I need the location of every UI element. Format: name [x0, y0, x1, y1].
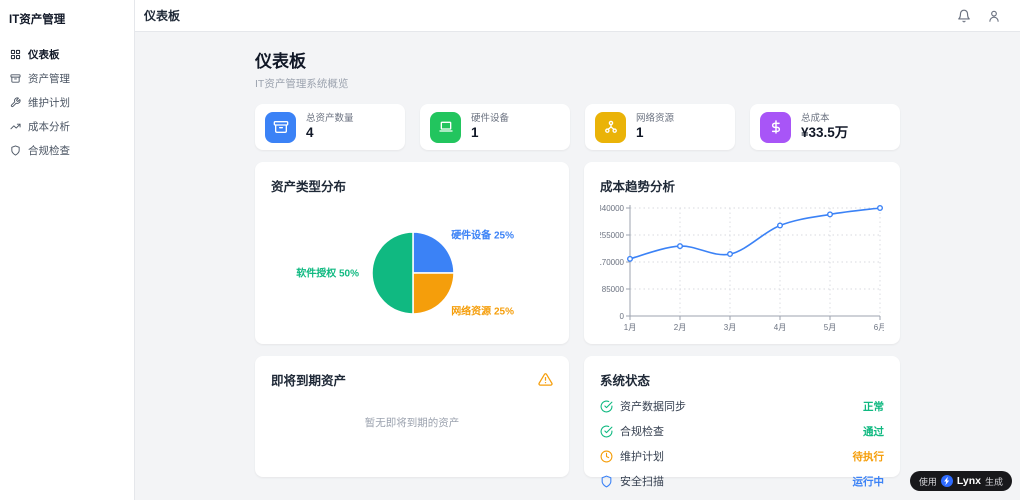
bottom-row: 即将到期资产 暂无即将到期的资产 系统状态 资产数据同步 正常 合规检查 通过 … [255, 356, 900, 488]
stat-card-total-cost: 总成本 ¥33.5万 [750, 104, 900, 150]
line-chart-card: 成本趋势分析 0 85000 170000 255000 340000 1月 2月 3月 4月 5… [584, 162, 900, 344]
shield-icon [10, 144, 21, 156]
svg-text:1月: 1月 [624, 323, 636, 332]
archive-icon [265, 111, 296, 143]
svg-text:5月: 5月 [824, 323, 836, 332]
lynx-logo-icon [940, 475, 953, 487]
check-circle-icon [600, 400, 613, 413]
bell-icon[interactable] [957, 9, 971, 23]
expiring-assets-card: 即将到期资产 暂无即将到期的资产 [255, 356, 569, 477]
page-title: 仪表板 [255, 52, 306, 71]
status-row-security-scan: 安全扫描 运行中 [600, 473, 884, 489]
sidebar-item-label: 仪表板 [28, 48, 60, 61]
svg-text:4月: 4月 [774, 323, 786, 332]
sidebar-item-label: 成本分析 [28, 120, 70, 133]
main-area: 仪表板 仪表板 IT资产管理系统概览 总资产数量 4 硬件设备 1 网络资源 1… [135, 0, 1020, 500]
sidebar-item-maintenance[interactable]: 维护计划 [0, 90, 134, 114]
status-badge: 运行中 [852, 475, 885, 488]
status-label: 安全扫描 [620, 476, 664, 488]
status-badge: 通过 [863, 425, 884, 438]
status-label: 维护计划 [620, 451, 664, 463]
stat-card-total-assets: 总资产数量 4 [255, 104, 405, 150]
sidebar: IT资产管理 仪表板 资产管理 维护计划 成本分析 合规检查 [0, 0, 135, 500]
clock-icon [600, 450, 613, 463]
user-icon[interactable] [987, 9, 1001, 23]
status-row-maintenance: 维护计划 待执行 [600, 448, 884, 464]
svg-text:软件授权 50%: 软件授权 50% [296, 267, 359, 280]
sidebar-item-label: 资产管理 [28, 72, 70, 85]
trending-up-icon [10, 121, 21, 132]
content-area: 仪表板 IT资产管理系统概览 总资产数量 4 硬件设备 1 网络资源 1 总成本… [135, 32, 1020, 500]
shield-icon [600, 475, 613, 488]
svg-text:6月: 6月 [874, 323, 884, 332]
system-status-card: 系统状态 资产数据同步 正常 合规检查 通过 维护计划 待执行 安全扫描 运行中 [584, 356, 900, 488]
sidebar-item-compliance[interactable]: 合规检查 [0, 138, 134, 162]
pie-chart-title: 资产类型分布 [271, 180, 347, 194]
svg-text:2月: 2月 [674, 323, 686, 332]
svg-text:硬件设备 25%: 硬件设备 25% [451, 228, 514, 241]
stat-value: 1 [471, 125, 479, 141]
sidebar-item-dashboard[interactable]: 仪表板 [0, 42, 134, 66]
status-badge: 正常 [863, 400, 884, 413]
sidebar-item-label: 合规检查 [28, 144, 70, 157]
status-label: 资产数据同步 [620, 401, 686, 413]
archive-icon [10, 73, 21, 84]
line-chart-title: 成本趋势分析 [600, 180, 676, 194]
sidebar-item-assets[interactable]: 资产管理 [0, 66, 134, 90]
badge-prefix: 使用 [918, 476, 937, 487]
svg-text:3月: 3月 [724, 323, 736, 332]
stat-label: 总资产数量 [306, 112, 354, 124]
svg-text:85000: 85000 [602, 285, 625, 294]
svg-text:255000: 255000 [600, 231, 625, 240]
check-circle-icon [600, 425, 613, 438]
stat-card-hardware: 硬件设备 1 [420, 104, 570, 150]
app-window: IT资产管理 仪表板 资产管理 维护计划 成本分析 合规检查 仪表板 仪表板 I… [0, 0, 1020, 500]
network-icon [595, 111, 626, 143]
pie-chart-card: 资产类型分布 硬件设备 25% 网络资源 25% 软件授权 50% [255, 162, 569, 344]
stat-value: 4 [306, 125, 314, 141]
lynx-generated-badge[interactable]: 使用 Lynx 生成 [909, 471, 1012, 491]
page-subtitle: IT资产管理系统概览 [255, 78, 349, 90]
topbar: 仪表板 [135, 0, 1020, 32]
dollar-icon [760, 111, 791, 143]
stat-label: 网络资源 [636, 112, 675, 124]
topbar-actions [957, 9, 1001, 23]
stat-label: 硬件设备 [471, 112, 510, 124]
empty-state-text: 暂无即将到期的资产 [364, 417, 460, 429]
charts-row: 资产类型分布 硬件设备 25% 网络资源 25% 软件授权 50% 成本趋势分析 0… [255, 162, 900, 344]
svg-text:340000: 340000 [600, 204, 625, 213]
badge-brand: Lynx [956, 475, 981, 487]
topbar-title: 仪表板 [144, 9, 181, 23]
stat-value: ¥33.5万 [801, 125, 849, 141]
app-title: IT资产管理 [9, 14, 66, 26]
svg-text:0: 0 [620, 312, 625, 321]
stat-cards-row: 总资产数量 4 硬件设备 1 网络资源 1 总成本 ¥33.5万 [255, 104, 900, 150]
pie-chart: 硬件设备 25% 网络资源 25% 软件授权 50% [271, 198, 553, 335]
dashboard-icon [10, 49, 21, 60]
sidebar-item-cost-analysis[interactable]: 成本分析 [0, 114, 134, 138]
expiring-assets-title: 即将到期资产 [271, 374, 347, 388]
laptop-icon [430, 111, 461, 143]
line-chart: 0 85000 170000 255000 340000 1月 2月 3月 4月 5月 6月 [600, 198, 884, 340]
svg-text:170000: 170000 [600, 258, 625, 267]
sidebar-item-label: 维护计划 [28, 96, 70, 109]
wrench-icon [10, 96, 21, 108]
sidebar-nav: 仪表板 资产管理 维护计划 成本分析 合规检查 [0, 42, 134, 162]
status-row-compliance: 合规检查 通过 [600, 423, 884, 439]
status-row-data-sync: 资产数据同步 正常 [600, 398, 884, 414]
stat-value: 1 [636, 125, 644, 141]
status-badge: 待执行 [852, 450, 885, 463]
stat-card-network: 网络资源 1 [585, 104, 735, 150]
stat-label: 总成本 [801, 112, 830, 124]
system-status-title: 系统状态 [600, 374, 651, 388]
svg-text:网络资源 25%: 网络资源 25% [451, 305, 514, 318]
status-label: 合规检查 [620, 426, 664, 438]
warning-triangle-icon [538, 372, 553, 387]
badge-suffix: 生成 [984, 476, 1003, 487]
